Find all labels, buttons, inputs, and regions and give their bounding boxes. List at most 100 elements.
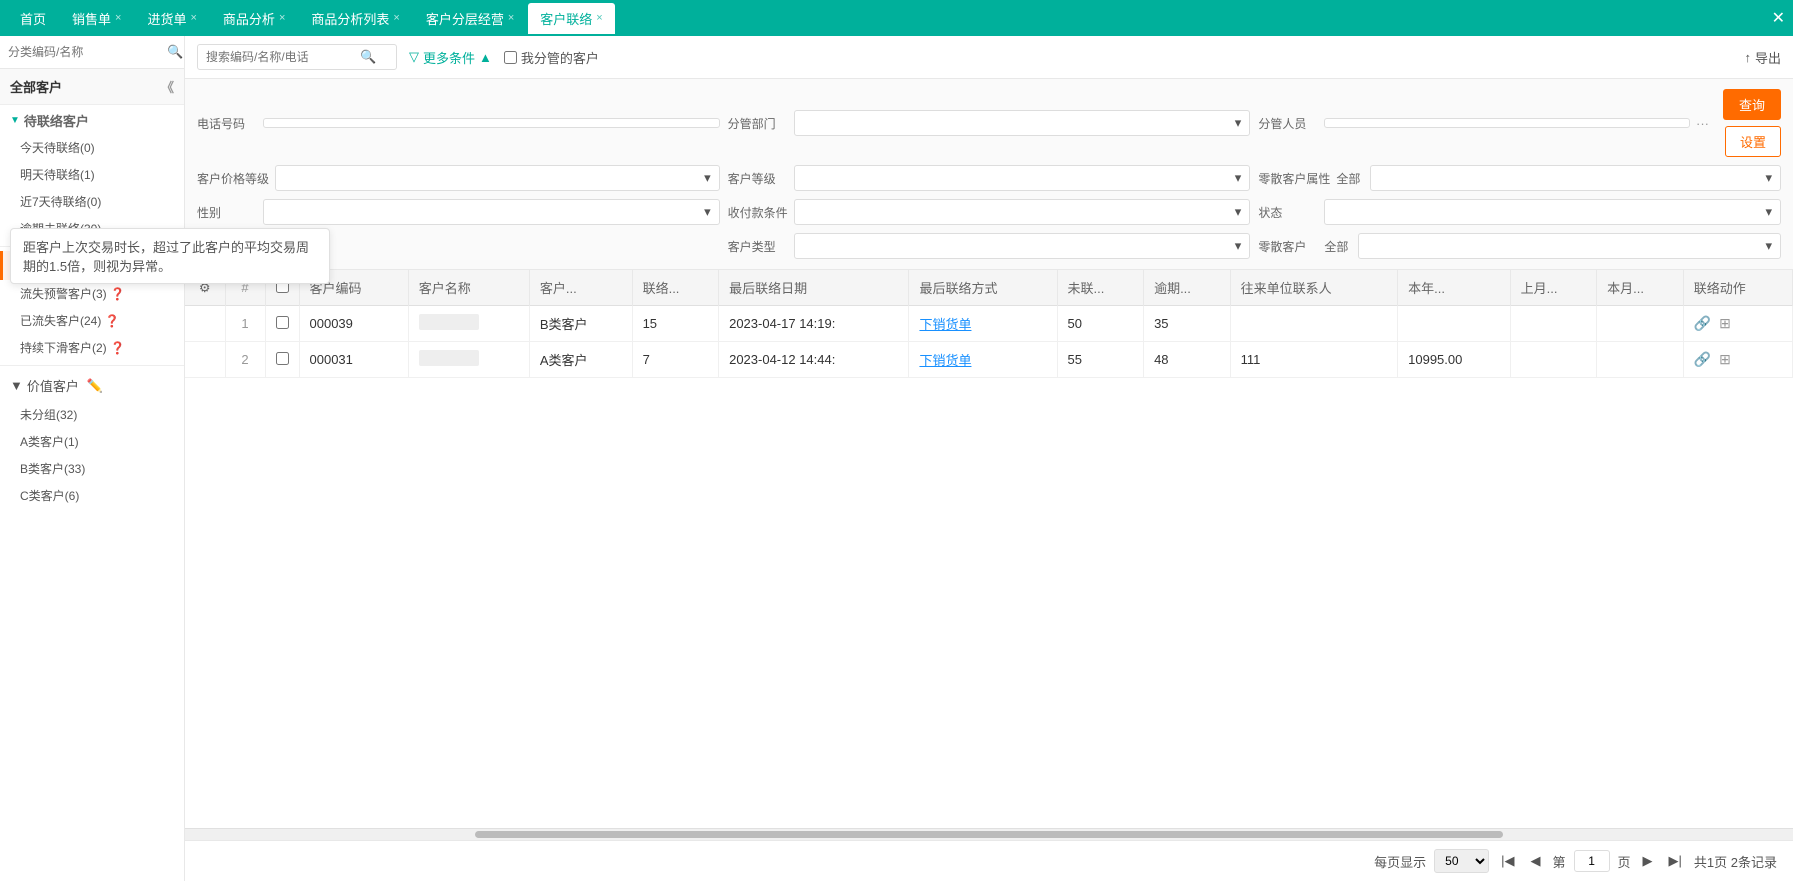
filter-bar: 🔍 ▽ 更多条件 ▲ 我分管的客户 ↑ 导出 [185,36,1793,79]
sidebar-item-declining[interactable]: 持续下滑客户(2) ❓ [0,334,184,361]
tab-product-analysis-close[interactable]: × [279,12,285,24]
col-unit-contact: 往来单位联系人 [1230,270,1398,306]
col-contact: 联络... [632,270,719,306]
close-all-tabs[interactable]: ✕ [1772,8,1785,28]
sidebar-item-b-class[interactable]: B类客户(33) [0,455,184,482]
payment-select[interactable]: ▾ [794,199,1251,225]
row1-checkbox[interactable] [276,316,289,329]
row2-unit-contact: 111 [1230,342,1398,378]
prev-page-btn[interactable]: ◀ [1527,851,1545,871]
customer-type-label: 客户类型 [728,238,788,255]
tab-purchase[interactable]: 进货单 × [135,3,208,34]
per-page-label: 每页显示 [1374,852,1426,871]
row1-link-icon[interactable]: 🔗 [1694,315,1711,332]
sidebar-group-value[interactable]: ▼ 价值客户 ✏️ [0,370,184,401]
retail-customer-value: 全部 [1324,238,1348,255]
tab-purchase-close[interactable]: × [190,12,196,24]
sidebar-search-icon[interactable]: 🔍 [167,44,183,60]
row2-checkbox[interactable] [276,352,289,365]
tab-customer-contact-close[interactable]: × [596,12,602,24]
table-row: 1 000039 B类客户 15 2023-04-17 14:19: 下销货单 [185,306,1793,342]
sidebar-item-a-class[interactable]: A类客户(1) [0,428,184,455]
row2-link-icon[interactable]: 🔗 [1694,351,1711,368]
row1-grid-icon[interactable]: ⊞ [1719,315,1731,332]
row1-method-link[interactable]: 下销货单 [919,317,971,332]
tab-product-list-close[interactable]: × [393,12,399,24]
sidebar-item-tomorrow[interactable]: 明天待联络(1) [0,161,184,188]
row1-checkbox-cell [265,306,299,342]
row2-last-date: 2023-04-12 14:44: [719,342,909,378]
chevron-down-icon4: ▾ [1765,170,1772,186]
filter-price-level: 客户价格等级 ▾ [197,165,720,191]
sidebar-item-today[interactable]: 今天待联络(0) [0,134,184,161]
per-page-select[interactable]: 50 10 20 100 [1434,849,1489,873]
retail-attr-select[interactable]: ▾ [1370,165,1781,191]
sidebar-item-7days[interactable]: 近7天待联络(0) [0,188,184,215]
sidebar-search-wrap: 🔍 [0,36,184,69]
tab-sales-close[interactable]: × [115,12,121,24]
status-label: 状态 [1258,204,1318,221]
filter-retail-customer: 零散客户 全部 ▾ [1258,233,1781,259]
dept-select[interactable]: ▾ [794,110,1251,136]
next-page-btn[interactable]: ▶ [1639,851,1657,871]
page-input[interactable] [1574,850,1610,872]
row2-grid-icon[interactable]: ⊞ [1719,351,1731,368]
row2-category: A类客户 [529,342,632,378]
first-page-btn[interactable]: |◀ [1497,851,1518,871]
tab-product-analysis[interactable]: 商品分析 × [211,3,297,34]
phone-input[interactable] [263,118,720,128]
filter-customer-type: 客户类型 ▾ [728,233,1251,259]
sidebar-group-pending[interactable]: ▼ 待联络客户 [0,105,184,134]
customer-level-select[interactable]: ▾ [794,165,1251,191]
sidebar-item-c-class[interactable]: C类客户(6) [0,482,184,509]
chevron-down-icon5: ▾ [704,204,711,220]
search-icon[interactable]: 🔍 [360,49,376,65]
tab-product-list[interactable]: 商品分析列表 × [299,3,411,34]
sidebar-item-lost[interactable]: 已流失客户(24) ❓ [0,307,184,334]
row1-last-method: 下销货单 [909,306,1057,342]
row2-method-link[interactable]: 下销货单 [919,353,971,368]
table-row: 2 000031 A类客户 7 2023-04-12 14:44: 下销货单 [185,342,1793,378]
search-input[interactable] [206,50,356,64]
status-select[interactable]: ▾ [1324,199,1781,225]
tab-customer-tier-close[interactable]: × [508,12,514,24]
all-customers-section[interactable]: 全部客户 《 [0,69,184,105]
filter-dept: 分管部门 ▾ [728,89,1251,157]
tab-sales[interactable]: 销售单 × [60,3,133,34]
tab-customer-contact[interactable]: 客户联络 × [528,3,614,34]
all-customers-label: 全部客户 [10,77,62,96]
retail-customer-select[interactable]: ▾ [1358,233,1781,259]
manager-dots[interactable]: ··· [1696,116,1709,131]
tab-customer-tier[interactable]: 客户分层经营 × [414,3,526,34]
gender-select[interactable]: ▾ [263,199,720,225]
customer-type-select[interactable]: ▾ [794,233,1251,259]
row1-code: 000039 [299,306,408,342]
sidebar-item-loss-warning[interactable]: 流失预警客户(3) ❓ [0,280,184,307]
export-btn[interactable]: ↑ 导出 [1744,48,1781,67]
col-name: 客户名称 [408,270,529,306]
chevron-down-icon: ▾ [1235,115,1242,131]
row2-actions: 🔗 ⊞ [1683,342,1792,378]
chevron-down-icon3: ▾ [1235,170,1242,186]
settings-button[interactable]: 设置 [1725,126,1781,157]
retail-attr-label: 零散客户属性 [1258,170,1330,187]
tab-home[interactable]: 首页 [8,3,58,34]
collapse-icon[interactable]: 《 [161,77,174,96]
customer-table: ⚙ # 客户编码 客户名称 客户... 联络... 最后联络日期 最后联络方式 … [185,270,1793,378]
last-page-btn[interactable]: ▶| [1665,851,1686,871]
my-customer-checkbox[interactable] [504,51,517,64]
row2-last-method: 下销货单 [909,342,1057,378]
my-customer-label: 我分管的客户 [521,48,599,67]
horizontal-scrollbar[interactable] [185,828,1793,840]
dept-label: 分管部门 [728,115,788,132]
price-level-select[interactable]: ▾ [275,165,720,191]
manager-input[interactable] [1324,118,1690,128]
sidebar-search-input[interactable] [8,45,163,59]
row2-code: 000031 [299,342,408,378]
chevron-down-icon2: ▾ [704,170,711,186]
more-conditions-btn[interactable]: ▽ 更多条件 ▲ [409,48,492,67]
edit-icon[interactable]: ✏️ [87,378,103,394]
query-button[interactable]: 查询 [1723,89,1781,120]
sidebar-item-ungroup[interactable]: 未分组(32) [0,401,184,428]
scrollbar-thumb[interactable] [475,831,1503,838]
